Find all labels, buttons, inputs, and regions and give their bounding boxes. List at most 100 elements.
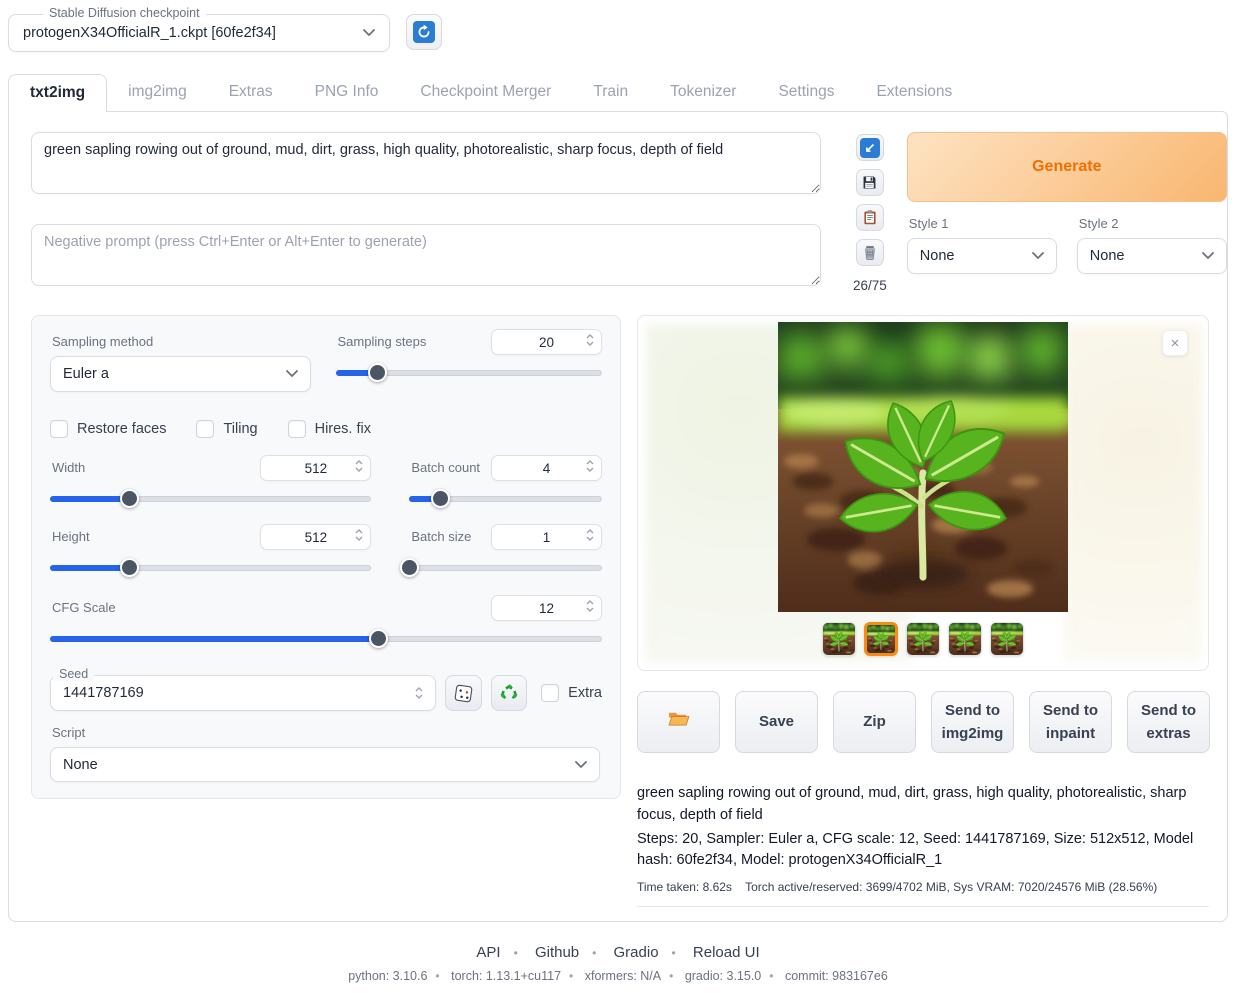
send-to-extras-button[interactable]: Send to extras — [1127, 691, 1210, 753]
generated-image[interactable] — [778, 322, 1068, 612]
script-value: None — [63, 757, 575, 773]
sampling-steps-input[interactable]: 20 — [491, 329, 602, 355]
open-folder-button[interactable] — [637, 691, 720, 753]
thumbnail-2-selected[interactable] — [864, 622, 898, 656]
floppy-disk-icon — [861, 174, 878, 191]
tab-train[interactable]: Train — [572, 74, 649, 112]
bullet-separator: • — [672, 946, 676, 960]
close-gallery-button[interactable]: × — [1162, 330, 1188, 356]
torch-version: torch: 1.13.1+cu117 — [451, 969, 561, 983]
stepper-icon[interactable] — [586, 600, 594, 612]
script-dropdown[interactable]: None — [50, 747, 600, 782]
batch-count-label: Batch count — [411, 460, 480, 475]
checkpoint-dropdown[interactable]: Stable Diffusion checkpoint protogenX34O… — [8, 14, 390, 52]
chevron-down-icon — [1032, 252, 1044, 260]
paste-params-icon: ↙ — [860, 138, 880, 158]
stepper-icon[interactable] — [586, 334, 594, 346]
batch-size-slider[interactable] — [409, 558, 602, 578]
height-input[interactable]: 512 — [260, 524, 371, 550]
apply-style-button[interactable] — [856, 204, 884, 231]
tab-settings[interactable]: Settings — [757, 74, 855, 112]
slider-handle[interactable] — [368, 363, 387, 382]
slider-handle[interactable] — [120, 558, 139, 577]
style1-dropdown[interactable]: None — [907, 238, 1057, 274]
random-seed-button[interactable] — [445, 675, 481, 711]
footer-link-github[interactable]: Github — [535, 944, 579, 961]
style2-dropdown[interactable]: None — [1077, 238, 1227, 274]
tab-png-info[interactable]: PNG Info — [294, 74, 400, 112]
refresh-checkpoint-button[interactable] — [406, 14, 442, 50]
slider-handle[interactable] — [400, 558, 419, 577]
hires-fix-checkbox[interactable]: Hires. fix — [288, 420, 371, 438]
stepper-icon[interactable] — [355, 529, 363, 541]
slider-handle[interactable] — [431, 489, 450, 508]
tab-extras[interactable]: Extras — [208, 74, 294, 112]
stepper-icon[interactable] — [586, 460, 594, 472]
width-slider[interactable] — [50, 489, 371, 509]
open-folder-icon — [667, 709, 690, 728]
height-slider[interactable] — [50, 558, 371, 578]
negative-prompt-input[interactable] — [31, 224, 821, 286]
send-to-img2img-button[interactable]: Send to img2img — [931, 691, 1014, 753]
extra-seed-label: Extra — [568, 685, 602, 701]
tab-img2img[interactable]: img2img — [107, 74, 208, 112]
vram-stats: Torch active/reserved: 3699/4702 MiB, Sy… — [745, 880, 1157, 894]
main-tabbar: txt2img img2img Extras PNG Info Checkpoi… — [8, 74, 1236, 112]
dice-icon — [454, 684, 473, 703]
gallery-backdrop-right — [1064, 324, 1202, 662]
footer-link-api[interactable]: API — [476, 944, 500, 961]
save-style-button[interactable] — [856, 169, 884, 196]
thumbnail-3[interactable] — [906, 622, 940, 656]
footer-link-gradio[interactable]: Gradio — [614, 944, 659, 961]
width-input[interactable]: 512 — [260, 455, 371, 481]
tab-checkpoint-merger[interactable]: Checkpoint Merger — [399, 74, 572, 112]
batch-size-input[interactable]: 1 — [491, 524, 602, 550]
batch-size-label: Batch size — [411, 529, 471, 544]
footer-link-reload-ui[interactable]: Reload UI — [693, 944, 760, 961]
seed-value: 1441787169 — [63, 685, 415, 701]
clear-prompt-button[interactable] — [856, 239, 884, 266]
save-button[interactable]: Save — [735, 691, 818, 753]
tiling-checkbox[interactable]: Tiling — [196, 420, 257, 438]
extra-seed-checkbox[interactable]: Extra — [541, 684, 602, 702]
generate-button[interactable]: Generate — [907, 132, 1227, 202]
tab-txt2img[interactable]: txt2img — [8, 74, 107, 112]
reuse-seed-button[interactable] — [491, 675, 527, 711]
sampling-method-dropdown[interactable]: Euler a — [50, 356, 311, 392]
stepper-icon[interactable] — [586, 529, 594, 541]
hires-fix-label: Hires. fix — [315, 421, 371, 437]
result-gallery: × — [637, 315, 1209, 671]
thumbnail-5[interactable] — [990, 622, 1024, 656]
cfg-scale-value: 12 — [539, 601, 554, 616]
slider-handle[interactable] — [369, 629, 388, 648]
cfg-scale-slider[interactable] — [50, 629, 602, 649]
width-value: 512 — [305, 461, 328, 476]
checkbox-icon — [288, 420, 306, 438]
height-label: Height — [52, 529, 90, 544]
stepper-icon[interactable] — [355, 460, 363, 472]
xformers-version: xformers: N/A — [585, 969, 661, 983]
zip-button[interactable]: Zip — [833, 691, 916, 753]
tab-tokenizer[interactable]: Tokenizer — [649, 74, 757, 112]
send-to-inpaint-button[interactable]: Send to inpaint — [1029, 691, 1112, 753]
bullet-separator: • — [592, 946, 596, 960]
batch-count-slider[interactable] — [409, 489, 602, 509]
bullet-separator: • — [514, 946, 518, 960]
thumbnail-1[interactable] — [822, 622, 856, 656]
bullet-separator: • — [435, 969, 439, 983]
output-actions: Save Zip Send to img2img Send to inpaint… — [637, 691, 1209, 753]
slider-handle[interactable] — [120, 489, 139, 508]
sampling-steps-slider[interactable] — [336, 363, 602, 383]
stepper-icon[interactable] — [415, 687, 423, 699]
cfg-scale-input[interactable]: 12 — [491, 595, 602, 621]
restore-faces-checkbox[interactable]: Restore faces — [50, 420, 166, 438]
refresh-icon — [413, 21, 435, 43]
thumbnail-4[interactable] — [948, 622, 982, 656]
trash-icon — [862, 244, 878, 261]
batch-count-input[interactable]: 4 — [491, 455, 602, 481]
chevron-down-icon — [363, 29, 375, 37]
paste-params-button[interactable]: ↙ — [856, 134, 884, 161]
tab-extensions[interactable]: Extensions — [855, 74, 973, 112]
prompt-input[interactable]: green sapling rowing out of ground, mud,… — [31, 132, 821, 194]
seed-input[interactable]: Seed 1441787169 — [50, 675, 436, 711]
